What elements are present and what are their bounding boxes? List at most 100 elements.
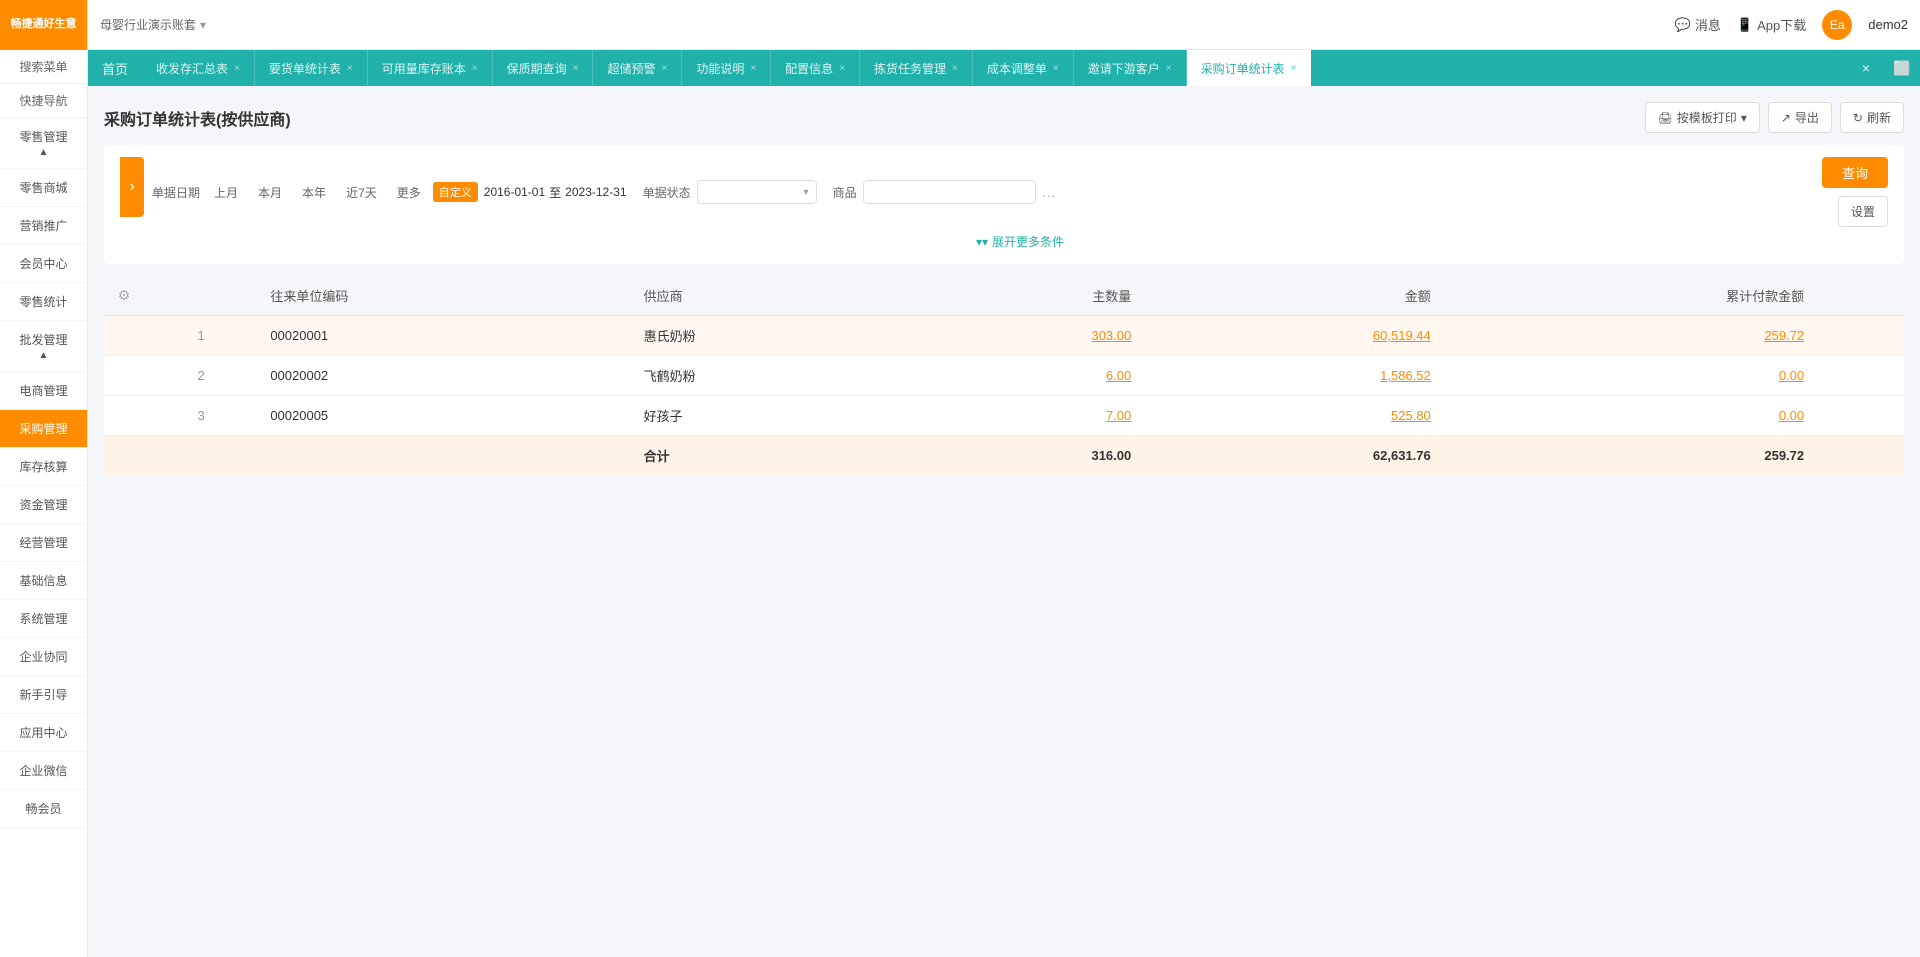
col-supplier-code: 往来单位编码 — [258, 276, 631, 316]
tab-purchase-stats[interactable]: 要货单统计表× — [255, 50, 368, 86]
sidebar-item-basic-info[interactable]: 基础信息 — [0, 562, 87, 600]
row-amount[interactable]: 525.80 — [1143, 396, 1443, 436]
goods-input[interactable] — [863, 180, 1036, 204]
sidebar-item-finance[interactable]: 资金管理 — [0, 486, 87, 524]
tab-config-info[interactable]: 配置信息× — [771, 50, 860, 86]
expand-icon: ▾▾ — [976, 235, 988, 249]
date-last-month[interactable]: 上月 — [206, 182, 246, 203]
tab-bar: 首页收发存汇总表×要货单统计表×可用量库存账本×保质期查询×超储预警×功能说明×… — [88, 50, 1920, 86]
breadcrumb-arrow-icon: ▾ — [200, 18, 206, 32]
template-print-button[interactable]: 🖨 按模板打印 ▾ — [1645, 102, 1760, 133]
row-qty[interactable]: 303.00 — [910, 316, 1143, 356]
date-more[interactable]: 更多 — [389, 182, 429, 203]
row-supplier-name: 惠氏奶粉 — [632, 316, 910, 356]
sidebar-item-vip-member[interactable]: 畅会员 — [0, 790, 87, 828]
settings-button[interactable]: 设置 — [1838, 196, 1888, 227]
sidebar-item-inventory[interactable]: 库存核算 — [0, 448, 87, 486]
tab-label: 成本调整单 — [987, 60, 1047, 77]
app-download-btn[interactable]: 📱 App下载 — [1737, 15, 1806, 34]
row-amount[interactable]: 60,519.44 — [1143, 316, 1443, 356]
tab-close-icon[interactable]: × — [347, 63, 353, 74]
tab-warranty[interactable]: 保质期查询× — [493, 50, 594, 86]
sidebar-item-wholesale-mgmt[interactable]: 批发管理▲ — [0, 321, 87, 372]
footer-paid-amount-cell: 259.72 — [1443, 436, 1816, 476]
tab-close-icon[interactable]: × — [839, 63, 845, 74]
expand-more-btn[interactable]: ▾▾ 展开更多条件 — [152, 233, 1888, 250]
sidebar-item-label: 企业微信 — [19, 762, 67, 779]
row-paid-amount[interactable]: 0.00 — [1443, 396, 1816, 436]
date-separator: 至 — [549, 184, 561, 201]
tab-close-icon[interactable]: × — [750, 63, 756, 74]
tab-collect-pay[interactable]: 收发存汇总表 × — [142, 50, 255, 86]
tab-purchase-order-stats[interactable]: 采购订单统计表× — [1187, 50, 1312, 86]
export-button[interactable]: ↗ 导出 — [1768, 102, 1832, 133]
tab-close-icon[interactable]: × — [1291, 63, 1297, 74]
refresh-button[interactable]: ↻ 刷新 — [1840, 102, 1904, 133]
row-extra-cell — [1816, 316, 1904, 356]
tab-cost-adjust[interactable]: 成本调整单 × — [973, 50, 1074, 86]
tab-close-icon[interactable]: × — [234, 63, 240, 74]
export-icon: ↗ — [1781, 111, 1791, 125]
maximize-btn[interactable]: ⬜ — [1884, 50, 1920, 86]
page-title: 采购订单统计表(按供应商) — [104, 106, 291, 130]
status-select[interactable] — [697, 180, 817, 204]
sidebar-item-label: 畅会员 — [25, 800, 61, 817]
user-name[interactable]: demo2 — [1868, 17, 1908, 32]
date-this-year[interactable]: 本年 — [294, 182, 334, 203]
tab-home[interactable]: 首页 — [88, 50, 142, 86]
date-7days[interactable]: 近7天 — [338, 182, 385, 203]
table-row: 100020001惠氏奶粉303.0060,519.44259.72 — [104, 316, 1904, 356]
close-all-tabs-btn[interactable]: × — [1848, 50, 1884, 86]
data-table-wrap: ⚙ 往来单位编码 供应商 主数量 金额 累计付款金额 100020001惠氏奶粉… — [104, 276, 1904, 475]
more-filters-icon[interactable]: … — [1042, 184, 1056, 200]
message-btn[interactable]: 💬 消息 — [1675, 15, 1721, 34]
sidebar-item-app-center[interactable]: 应用中心 — [0, 714, 87, 752]
row-qty[interactable]: 7.00 — [910, 396, 1143, 436]
row-paid-amount[interactable]: 0.00 — [1443, 356, 1816, 396]
filter-collapse-btn[interactable]: › — [120, 157, 144, 217]
tab-close-icon[interactable]: × — [1166, 63, 1172, 74]
sidebar-item-new-guide[interactable]: 新手引导 — [0, 676, 87, 714]
avatar[interactable]: Ea — [1822, 10, 1852, 40]
tab-close-icon[interactable]: × — [1053, 63, 1059, 74]
sidebar-item-operations[interactable]: 经营管理 — [0, 524, 87, 562]
sidebar-search[interactable]: 搜索菜单 — [0, 50, 87, 84]
tab-close-icon[interactable]: × — [573, 63, 579, 74]
tab-overstock-warn[interactable]: 超储预警× — [593, 50, 682, 86]
sidebar-item-purchase-mgmt[interactable]: 采购管理 — [0, 410, 87, 448]
tab-pick-task[interactable]: 拣货任务管理× — [860, 50, 973, 86]
date-this-month[interactable]: 本月 — [250, 182, 290, 203]
breadcrumb-text: 母婴行业演示账套 — [100, 16, 196, 33]
sidebar-item-label: 零售商城 — [19, 179, 67, 196]
sidebar-item-retail-stats[interactable]: 零售统计 — [0, 283, 87, 321]
tab-close-icon[interactable]: × — [661, 63, 667, 74]
tab-available-stock[interactable]: 可用量库存账本× — [368, 50, 493, 86]
sidebar-item-enterprise-collab[interactable]: 企业协同 — [0, 638, 87, 676]
tab-close-icon[interactable]: × — [952, 63, 958, 74]
row-qty[interactable]: 6.00 — [910, 356, 1143, 396]
goods-label: 商品 — [833, 184, 857, 201]
sidebar-item-member-center[interactable]: 会员中心 — [0, 245, 87, 283]
refresh-label: 刷新 — [1867, 109, 1891, 126]
date-range: 2016-01-01 至 2023-12-31 — [484, 184, 627, 201]
tab-close-icon[interactable]: × — [472, 63, 478, 74]
tab-func-desc[interactable]: 功能说明× — [682, 50, 771, 86]
row-paid-amount[interactable]: 259.72 — [1443, 316, 1816, 356]
table-settings-icon[interactable]: ⚙ — [118, 287, 131, 303]
row-amount[interactable]: 1,586.52 — [1143, 356, 1443, 396]
tab-invite-customer[interactable]: 邀请下游客户× — [1074, 50, 1187, 86]
refresh-icon: ↻ — [1853, 111, 1863, 125]
template-print-label: 按模板打印 — [1677, 109, 1737, 126]
status-label: 单据状态 — [643, 184, 691, 201]
sidebar-item-system-mgmt[interactable]: 系统管理 — [0, 600, 87, 638]
sidebar-item-retail-mgmt[interactable]: 零售管理▲ — [0, 118, 87, 169]
tab-label: 收发存汇总表 — [156, 60, 228, 77]
sidebar-item-retail-store[interactable]: 零售商城 — [0, 169, 87, 207]
sidebar-quick-nav[interactable]: 快捷导航 — [0, 84, 87, 118]
sidebar-item-ecommerce[interactable]: 电商管理 — [0, 372, 87, 410]
sidebar-item-enterprise-wechat[interactable]: 企业微信 — [0, 752, 87, 790]
filter-area: › 单据日期 上月 本月 本年 近7天 更多 自定义 — [104, 145, 1904, 264]
sidebar-item-marketing[interactable]: 营销推广 — [0, 207, 87, 245]
query-btn-group: 查询 设置 — [1822, 157, 1888, 227]
query-button[interactable]: 查询 — [1822, 157, 1888, 188]
